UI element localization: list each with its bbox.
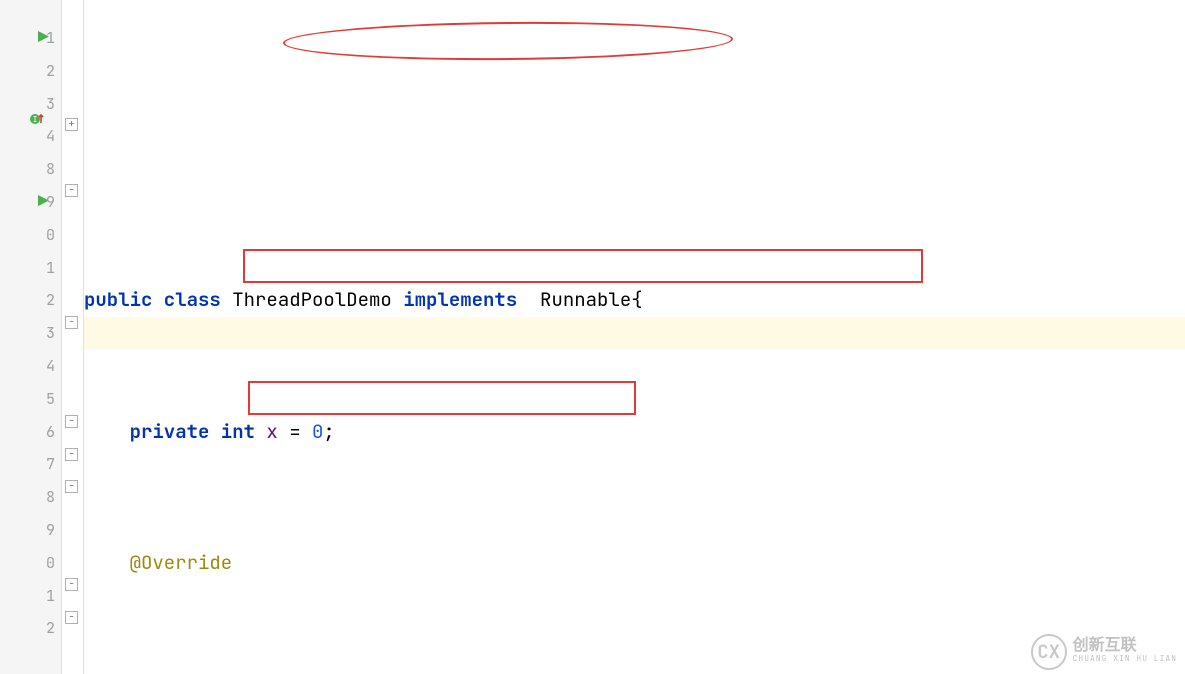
code-line[interactable]: public class ThreadPoolDemo implements R… (84, 284, 1185, 317)
keyword-private-int: private int (84, 419, 266, 444)
fold-up-icon[interactable]: − (65, 415, 78, 428)
line-number: 8 (0, 153, 61, 186)
fold-up-icon[interactable]: − (65, 578, 78, 591)
watermark-text: 创新互联 CHUANG XIN HU LIAN (1073, 638, 1177, 666)
literal-zero: 0 (312, 419, 323, 444)
line-number: 0 (0, 219, 61, 252)
line-number-gutter: ▶ ▶ I 1 2 3 4 8 9 0 1 2 3 4 5 6 7 8 9 0 … (0, 0, 62, 674)
fold-up-icon[interactable]: − (65, 611, 78, 624)
code-line[interactable]: private int x = 0; (84, 416, 1185, 449)
annotation-box-1 (243, 249, 923, 283)
keyword-public: public (84, 287, 152, 312)
annotation-ellipse (283, 20, 733, 62)
line-number: 2 (0, 55, 61, 88)
keyword-class: class (152, 287, 232, 312)
line-number: 3 (0, 317, 61, 350)
annotation-box-2 (248, 381, 636, 415)
line-number: 0 (0, 547, 61, 580)
code-text-area[interactable]: public class ThreadPoolDemo implements R… (84, 0, 1185, 674)
line-number: 9 (0, 514, 61, 547)
fold-up-icon[interactable]: − (65, 448, 78, 461)
fold-collapse-icon[interactable]: − (65, 316, 78, 329)
semicolon: ; (323, 419, 334, 444)
override-annotation: @Override (84, 550, 232, 575)
code-editor[interactable]: ▶ ▶ I 1 2 3 4 8 9 0 1 2 3 4 5 6 7 8 9 0 … (0, 0, 1185, 674)
line-number: 4 (0, 350, 61, 383)
line-number: 7 (0, 448, 61, 481)
class-name: ThreadPoolDemo (232, 287, 403, 312)
line-number: 8 (0, 481, 61, 514)
line-number: 5 (0, 383, 61, 416)
watermark-badge: CX (1031, 634, 1067, 670)
code-line[interactable]: @Override (84, 547, 1185, 580)
current-line-highlight (84, 317, 1185, 350)
line-number: 2 (0, 612, 61, 645)
line-number: 9 (0, 186, 61, 219)
line-number: 3 (0, 88, 61, 121)
brace: { (631, 287, 642, 312)
fold-collapse-icon[interactable]: − (65, 184, 78, 197)
fold-column: + − − − − − − − (62, 0, 84, 674)
watermark: CX 创新互联 CHUANG XIN HU LIAN (1031, 634, 1177, 670)
line-number: 2 (0, 284, 61, 317)
fold-up-icon[interactable]: − (65, 480, 78, 493)
line-number: 6 (0, 416, 61, 449)
field-x: x (266, 419, 277, 444)
line-number: 1 (0, 22, 61, 55)
interface-name: Runnable (540, 287, 631, 312)
line-number: 1 (0, 580, 61, 613)
equals: = (278, 419, 312, 444)
fold-expand-icon[interactable]: + (65, 118, 78, 131)
keyword-implements: implements (403, 287, 540, 312)
line-number: 4 (0, 120, 61, 153)
line-number: 1 (0, 252, 61, 285)
